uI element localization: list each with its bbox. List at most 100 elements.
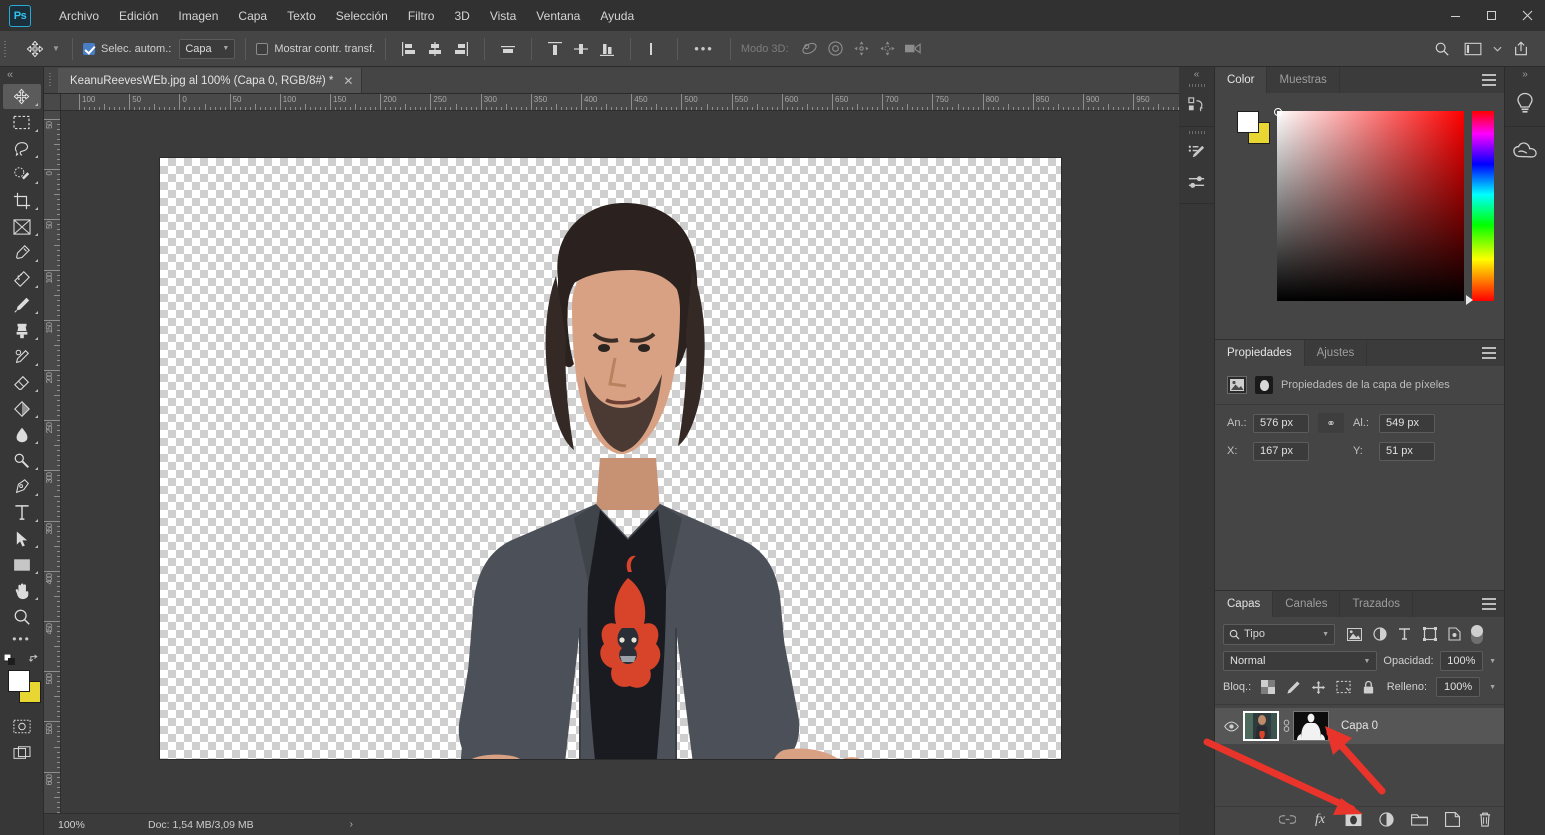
layer-mask-link-icon[interactable] [1279, 719, 1293, 733]
rotate-3d-icon[interactable] [797, 37, 823, 61]
creative-cloud-icon[interactable] [1509, 133, 1541, 167]
menu-ventana[interactable]: Ventana [526, 5, 590, 27]
blend-mode-dropdown[interactable]: Normal ▼ [1223, 651, 1377, 671]
new-layer-icon[interactable] [1443, 811, 1461, 829]
zoom-tool[interactable] [3, 604, 41, 629]
brush-presets-icon[interactable] [1182, 137, 1212, 167]
opacity-input[interactable]: 100% [1440, 651, 1484, 671]
eyedropper-tool[interactable] [3, 240, 41, 265]
eraser-tool[interactable] [3, 370, 41, 395]
adjustments-icon[interactable] [1182, 167, 1212, 197]
distribute-spacing-icon[interactable] [641, 37, 667, 61]
layer-visibility-icon[interactable] [1219, 721, 1243, 732]
zoom-level-field[interactable]: 100% [58, 817, 120, 833]
lock-image-icon[interactable] [1285, 679, 1301, 695]
rectangle-tool[interactable] [3, 552, 41, 577]
pen-tool[interactable] [3, 474, 41, 499]
layer-name[interactable]: Capa 0 [1341, 720, 1378, 732]
canvas-vertical-scrollbar[interactable] [1170, 111, 1179, 817]
height-input[interactable]: 549 px [1379, 414, 1435, 433]
new-group-icon[interactable] [1410, 811, 1428, 829]
layer-image-thumbnail[interactable] [1243, 711, 1279, 741]
auto-select-group[interactable]: Selec. autom.: [83, 43, 171, 55]
status-expand-icon[interactable]: › [350, 819, 353, 830]
align-vertical-centers-icon[interactable] [568, 37, 594, 61]
layer-row[interactable]: Capa 0 [1215, 708, 1504, 744]
default-colors-icon[interactable] [4, 654, 16, 669]
options-bar-grip[interactable] [0, 31, 12, 67]
slide-3d-icon[interactable] [875, 37, 901, 61]
distribute-horizontally-icon[interactable] [495, 37, 521, 61]
width-input[interactable]: 576 px [1253, 414, 1309, 433]
color-panel-foreground-swatch[interactable] [1237, 111, 1259, 133]
artboard-transparency[interactable] [160, 158, 1061, 759]
tab-trazados[interactable]: Trazados [1340, 591, 1413, 617]
canvas-viewport[interactable] [61, 111, 1179, 835]
lock-transparency-icon[interactable] [1260, 679, 1276, 695]
rectangular-marquee-tool[interactable] [3, 110, 41, 135]
quick-mask-mode-button[interactable] [3, 714, 41, 739]
brush-tool[interactable] [3, 292, 41, 317]
edit-toolbar-button[interactable]: ••• [0, 630, 43, 650]
opacity-chevron-down-icon[interactable]: ▼ [1489, 658, 1496, 665]
toolbar-collapse-icon[interactable] [0, 71, 43, 84]
tab-canales[interactable]: Canales [1273, 591, 1340, 617]
auto-select-checkbox[interactable] [83, 43, 95, 55]
tab-propiedades[interactable]: Propiedades [1215, 340, 1305, 366]
screen-mode-button[interactable] [3, 740, 41, 765]
align-horizontal-centers-icon[interactable] [422, 37, 448, 61]
menu-seleccion[interactable]: Selección [326, 5, 398, 27]
menu-3d[interactable]: 3D [444, 5, 479, 27]
path-selection-tool[interactable] [3, 526, 41, 551]
current-tool-move-icon[interactable] [20, 35, 50, 63]
filter-pixel-icon[interactable] [1342, 623, 1367, 645]
link-dimensions-icon[interactable]: ⚭ [1318, 413, 1344, 433]
lock-position-icon[interactable] [1310, 679, 1326, 695]
foreground-color-swatch[interactable] [8, 670, 30, 692]
swap-colors-icon[interactable] [29, 653, 40, 667]
horizontal-ruler[interactable]: 1005005010015020025030035040045050055060… [61, 94, 1179, 111]
frame-tool[interactable] [3, 214, 41, 239]
camera-3d-icon[interactable] [901, 37, 927, 61]
lock-artboard-icon[interactable] [1335, 679, 1351, 695]
color-panel-menu-icon[interactable] [1482, 74, 1496, 86]
collapse-right-dock-icon[interactable]: » [1505, 67, 1545, 80]
menu-ayuda[interactable]: Ayuda [590, 5, 644, 27]
blur-tool[interactable] [3, 422, 41, 447]
menu-archivo[interactable]: Archivo [49, 5, 109, 27]
chevron-down-icon[interactable] [1490, 36, 1504, 62]
align-bottom-edges-icon[interactable] [594, 37, 620, 61]
filter-type-icon[interactable] [1392, 623, 1417, 645]
quick-selection-tool[interactable] [3, 162, 41, 187]
tab-muestras[interactable]: Muestras [1267, 67, 1339, 93]
dodge-tool[interactable] [3, 448, 41, 473]
crop-tool[interactable] [3, 188, 41, 213]
more-options-button[interactable]: ••• [688, 41, 720, 56]
show-transform-checkbox[interactable] [256, 43, 268, 55]
filter-shape-icon[interactable] [1417, 623, 1442, 645]
align-top-edges-icon[interactable] [542, 37, 568, 61]
layer-mask-thumbnail[interactable] [1293, 711, 1329, 741]
gradient-tool[interactable] [3, 396, 41, 421]
align-left-edges-icon[interactable] [396, 37, 422, 61]
menu-edicion[interactable]: Edición [109, 5, 168, 27]
lock-all-icon[interactable] [1360, 679, 1376, 695]
add-layer-mask-icon[interactable] [1344, 811, 1362, 829]
maximize-button[interactable] [1473, 0, 1509, 31]
dock-grip-2[interactable] [1189, 131, 1205, 134]
dock-grip[interactable] [1189, 84, 1205, 87]
workspace-icon[interactable] [1459, 36, 1487, 62]
close-button[interactable] [1509, 0, 1545, 31]
fill-chevron-down-icon[interactable]: ▼ [1489, 684, 1496, 691]
filter-enable-toggle[interactable] [1471, 625, 1483, 644]
filter-smart-object-icon[interactable] [1442, 623, 1467, 645]
menu-texto[interactable]: Texto [277, 5, 326, 27]
align-right-edges-icon[interactable] [448, 37, 474, 61]
tab-capas[interactable]: Capas [1215, 591, 1273, 617]
delete-layer-icon[interactable] [1476, 811, 1494, 829]
vertical-ruler[interactable]: 50050100150200250300350400450500550600 [44, 111, 61, 835]
tab-color[interactable]: Color [1215, 67, 1267, 93]
new-adjustment-layer-icon[interactable] [1377, 811, 1395, 829]
share-icon[interactable] [1507, 36, 1535, 62]
move-tool[interactable] [3, 84, 41, 109]
